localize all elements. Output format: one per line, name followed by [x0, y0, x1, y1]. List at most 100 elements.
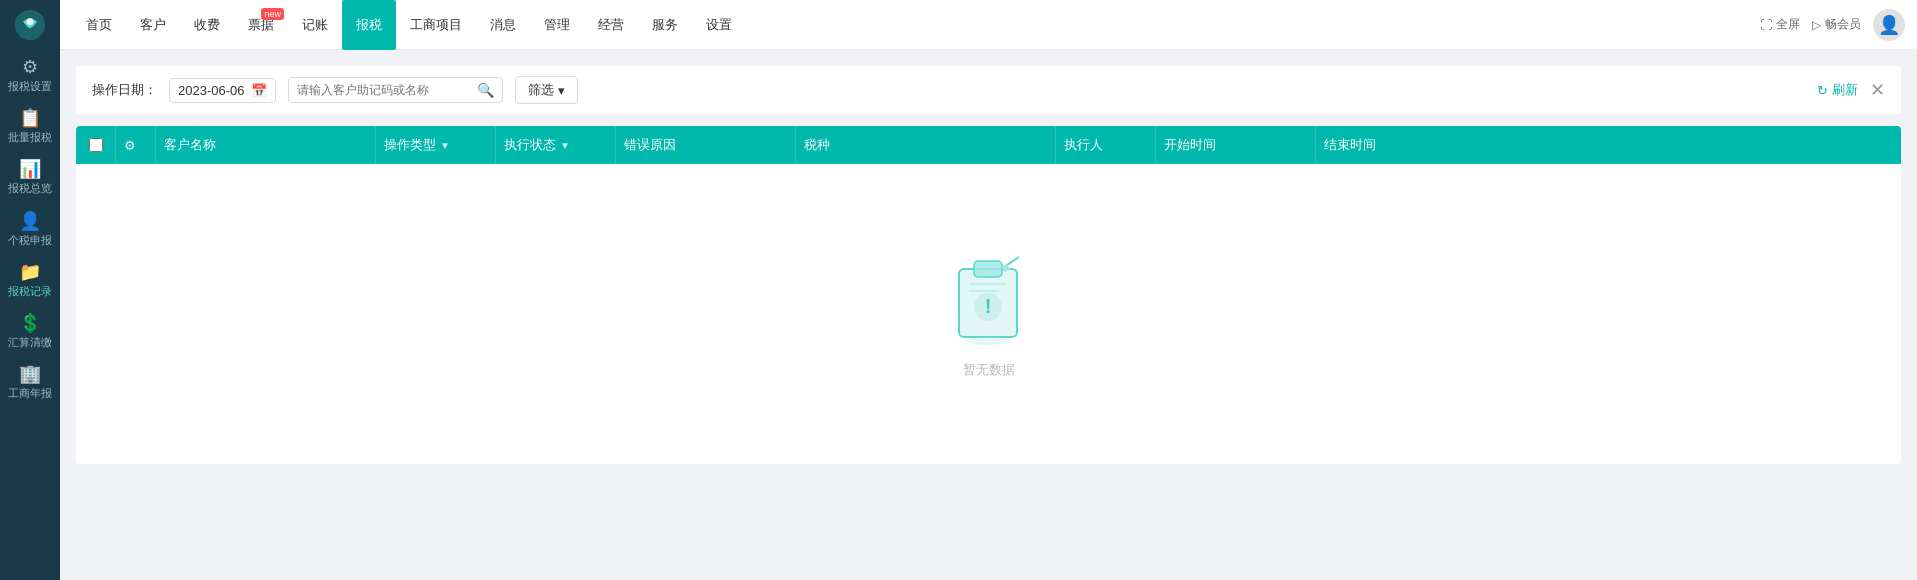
- th-label-error-reason: 错误原因: [624, 136, 676, 154]
- toolbar: 操作日期： 2023-06-06 📅 🔍 筛选 ▾ ↻: [76, 66, 1901, 114]
- nav-item-homepage[interactable]: 首页: [72, 0, 126, 50]
- nav-label-shezhi: 设置: [706, 16, 732, 34]
- search-wrap: 🔍: [288, 77, 503, 103]
- date-picker[interactable]: 2023-06-06 📅: [169, 78, 276, 103]
- th-tax-type: 税种: [796, 126, 1056, 164]
- table-body: ! 暂无数据: [76, 164, 1901, 464]
- nav-label-fuwu: 服务: [652, 16, 678, 34]
- date-label: 操作日期：: [92, 81, 157, 99]
- nav-item-fuwu[interactable]: 服务: [638, 0, 692, 50]
- nav-item-shezhi[interactable]: 设置: [692, 0, 746, 50]
- nav-label-guanli: 管理: [544, 16, 570, 34]
- sidebar-label-baoshui-shezhi: 报税设置: [8, 80, 52, 93]
- nav-item-shoufei[interactable]: 收费: [180, 0, 234, 50]
- fullscreen-button[interactable]: ⛶ 全屏: [1760, 16, 1800, 33]
- nav-label-customer: 客户: [140, 16, 166, 34]
- sidebar-item-geshui-shenbao[interactable]: 👤 个税申报: [0, 204, 60, 255]
- sidebar-item-baoshui-zonlan[interactable]: 📊 报税总览: [0, 152, 60, 203]
- nav-label-homepage: 首页: [86, 16, 112, 34]
- sidebar-item-baoshui-jilu[interactable]: 📁 报税记录: [0, 255, 60, 306]
- refresh-button[interactable]: ↻ 刷新: [1817, 81, 1858, 99]
- table-wrap: ⚙ 客户名称 操作类型 ▼ 执行状态 ▼ 错误原因 税种 执行人 开始时间结束时间: [76, 126, 1901, 464]
- nav-label-shoufei: 收费: [194, 16, 220, 34]
- sidebar-item-baoshui-shezhi[interactable]: ⚙ 报税设置: [0, 50, 60, 101]
- content-area: 操作日期： 2023-06-06 📅 🔍 筛选 ▾ ↻: [60, 50, 1917, 580]
- calendar-icon: 📅: [251, 83, 267, 98]
- th-end-time: 结束时间: [1316, 126, 1476, 164]
- page-content: 操作日期： 2023-06-06 📅 🔍 筛选 ▾ ↻: [60, 50, 1917, 580]
- search-button[interactable]: 🔍: [469, 78, 502, 102]
- refresh-icon: ↻: [1817, 83, 1828, 98]
- sidebar-label-huisuan-jiaona: 汇算清缴: [8, 336, 52, 349]
- th-label-operation-type: 操作类型: [384, 136, 436, 154]
- sidebar-icon-huisuan-jiaona: 💲: [19, 314, 41, 332]
- sidebar-item-gongshang-nianbao[interactable]: 🏢 工商年报: [0, 357, 60, 408]
- sidebar-icon-baoshui-jilu: 📁: [19, 263, 41, 281]
- member-label: 畅会员: [1825, 16, 1861, 33]
- nav-item-xiaoxi[interactable]: 消息: [476, 0, 530, 50]
- nav-label-jizhang: 记账: [302, 16, 328, 34]
- th-error-reason: 错误原因: [616, 126, 796, 164]
- sidebar-item-huisuan-jiaona[interactable]: 💲 汇算清缴: [0, 306, 60, 357]
- fullscreen-label: 全屏: [1776, 16, 1800, 33]
- th-label-tax-type: 税种: [804, 136, 830, 154]
- th-operation-type: 操作类型 ▼: [376, 126, 496, 164]
- th-label-end-time: 结束时间: [1324, 136, 1376, 154]
- svg-text:!: !: [984, 295, 991, 317]
- th-executor: 执行人: [1056, 126, 1156, 164]
- nav-item-jingying[interactable]: 经营: [584, 0, 638, 50]
- sidebar-logo: [0, 0, 60, 50]
- nav-item-guanli[interactable]: 管理: [530, 0, 584, 50]
- th-start-time: 开始时间: [1156, 126, 1316, 164]
- topnav-right: ⛶ 全屏 ▷ 畅会员 👤: [1760, 9, 1905, 41]
- nav-item-gongshang-xiangmu[interactable]: 工商项目: [396, 0, 476, 50]
- table-header: ⚙ 客户名称 操作类型 ▼ 执行状态 ▼ 错误原因 税种 执行人 开始时间结束时间: [76, 126, 1901, 164]
- select-all-checkbox[interactable]: [89, 138, 103, 152]
- topnav: 首页 客户 收费票据new 记账报税工商项目 消息 管理经营服务 设置 ⛶ 全屏 ▷ 畅会员…: [60, 0, 1917, 50]
- filter-label: 筛选: [528, 81, 554, 99]
- sidebar-icon-baoshui-zonlan: 📊: [19, 160, 41, 178]
- empty-illustration: !: [944, 249, 1034, 349]
- sidebar-label-gongshang-nianbao: 工商年报: [8, 387, 52, 400]
- chevron-down-icon: ▾: [558, 83, 565, 98]
- th-label-exec-status: 执行状态: [504, 136, 556, 154]
- main-wrap: 首页 客户 收费票据new 记账报税工商项目 消息 管理经营服务 设置 ⛶ 全屏 ▷ 畅会员…: [60, 0, 1917, 580]
- nav-item-baoshui[interactable]: 报税: [342, 0, 396, 50]
- sidebar-label-piliang-baoshui: 批量报税: [8, 131, 52, 144]
- filter-button[interactable]: 筛选 ▾: [515, 76, 578, 104]
- svg-rect-4: [974, 261, 1002, 277]
- toolbar-right: ↻ 刷新 ✕: [1817, 81, 1885, 99]
- sort-icon-exec-status[interactable]: ▼: [560, 140, 570, 151]
- settings-icon[interactable]: ⚙: [124, 138, 136, 153]
- th-exec-status: 执行状态 ▼: [496, 126, 616, 164]
- user-icon: 👤: [1878, 14, 1900, 36]
- topnav-items: 首页 客户 收费票据new 记账报税工商项目 消息 管理经营服务 设置: [72, 0, 1760, 50]
- user-avatar[interactable]: 👤: [1873, 9, 1905, 41]
- nav-item-customer[interactable]: 客户: [126, 0, 180, 50]
- date-value: 2023-06-06: [178, 83, 245, 98]
- nav-item-piaoju[interactable]: 票据new: [234, 0, 288, 50]
- member-button[interactable]: ▷ 畅会员: [1812, 16, 1861, 33]
- th-checkbox[interactable]: [76, 126, 116, 164]
- sort-icon-operation-type[interactable]: ▼: [440, 140, 450, 151]
- sidebar-icon-gongshang-nianbao: 🏢: [19, 365, 41, 383]
- sidebar-label-geshui-shenbao: 个税申报: [8, 234, 52, 247]
- th-customer-name: 客户名称: [156, 126, 376, 164]
- sidebar-label-baoshui-jilu: 报税记录: [8, 285, 52, 298]
- sidebar-label-baoshui-zonlan: 报税总览: [8, 182, 52, 195]
- th-label-customer-name: 客户名称: [164, 136, 216, 154]
- nav-item-jizhang[interactable]: 记账: [288, 0, 342, 50]
- th-label-executor: 执行人: [1064, 136, 1103, 154]
- sidebar-icon-piliang-baoshui: 📋: [19, 109, 41, 127]
- nav-badge-piaoju: new: [261, 8, 284, 21]
- th-settings: ⚙: [116, 126, 156, 164]
- close-button[interactable]: ✕: [1870, 81, 1885, 99]
- search-icon: 🔍: [477, 82, 494, 98]
- empty-text: 暂无数据: [963, 361, 1015, 379]
- sidebar-item-piliang-baoshui[interactable]: 📋 批量报税: [0, 101, 60, 152]
- search-input[interactable]: [289, 79, 469, 101]
- nav-label-xiaoxi: 消息: [490, 16, 516, 34]
- nav-label-gongshang-xiangmu: 工商项目: [410, 16, 462, 34]
- close-icon: ✕: [1870, 80, 1885, 100]
- sidebar-icon-baoshui-shezhi: ⚙: [22, 58, 38, 76]
